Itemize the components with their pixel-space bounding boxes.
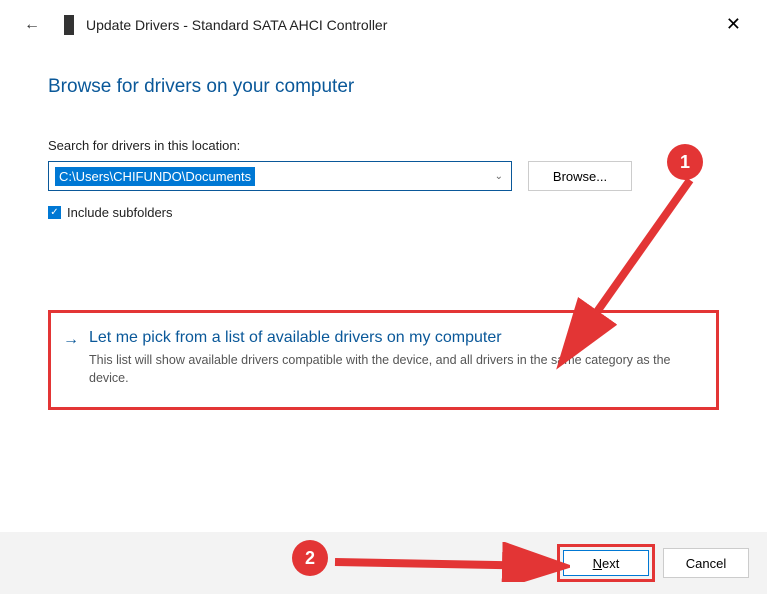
path-combobox[interactable]: C:\Users\CHIFUNDO\Documents ⌄ <box>48 161 512 191</box>
search-location-label: Search for drivers in this location: <box>48 138 719 153</box>
pick-from-list-option[interactable]: → Let me pick from a list of available d… <box>48 310 719 410</box>
annotation-badge-2: 2 <box>292 540 328 576</box>
annotation-badge-1: 1 <box>667 144 703 180</box>
window-title: Update Drivers - Standard SATA AHCI Cont… <box>86 17 387 33</box>
back-arrow-icon[interactable]: ← <box>20 12 44 38</box>
option-description: This list will show available drivers co… <box>89 351 698 387</box>
next-highlight: Next <box>557 544 655 582</box>
page-heading: Browse for drivers on your computer <box>48 76 719 98</box>
title-bar: ← Update Drivers - Standard SATA AHCI Co… <box>0 0 767 46</box>
close-button[interactable]: ✕ <box>718 10 749 39</box>
include-subfolders-label: Include subfolders <box>67 205 173 220</box>
include-subfolders-checkbox[interactable]: ✓ <box>48 206 61 219</box>
arrow-right-icon: → <box>63 331 79 387</box>
dialog-footer: Next Cancel <box>0 532 767 594</box>
browse-button[interactable]: Browse... <box>528 161 632 191</box>
path-value: C:\Users\CHIFUNDO\Documents <box>55 167 255 186</box>
device-icon <box>64 15 74 35</box>
chevron-down-icon: ⌄ <box>495 171 503 182</box>
next-button[interactable]: Next <box>563 550 649 576</box>
cancel-button[interactable]: Cancel <box>663 548 749 578</box>
option-title: Let me pick from a list of available dri… <box>89 329 698 347</box>
